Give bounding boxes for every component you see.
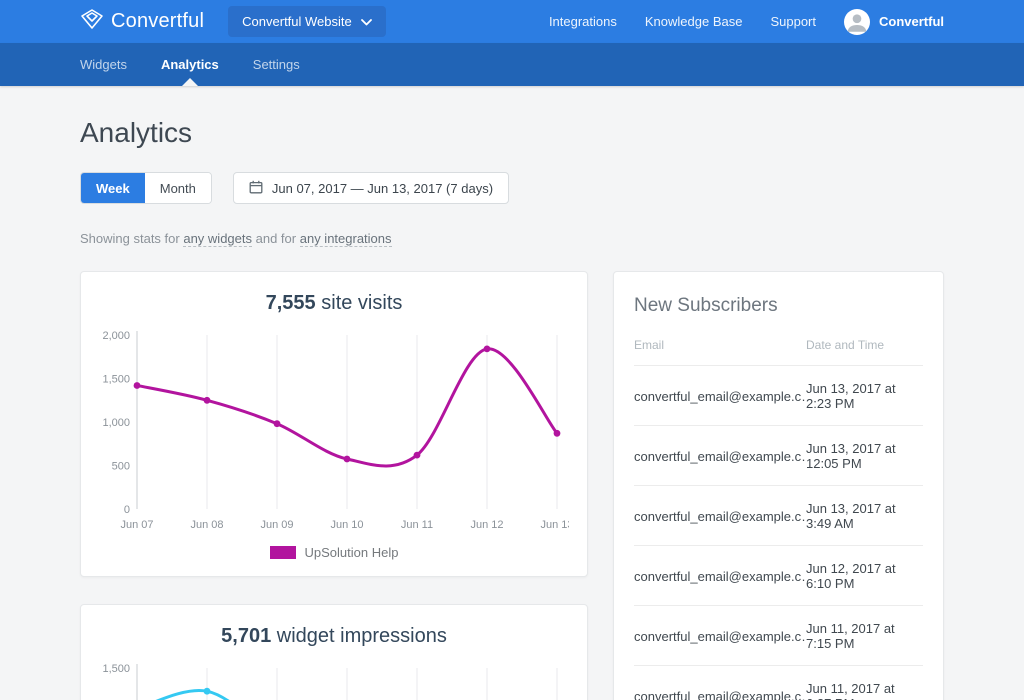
tab-analytics[interactable]: Analytics [161,43,219,86]
svg-text:Jun 11: Jun 11 [401,519,433,531]
date-range-label: Jun 07, 2017 — Jun 13, 2017 (7 days) [271,180,494,196]
subscriber-date: Jun 11, 2017 at 7:15 PM [806,621,895,651]
svg-text:0: 0 [124,504,130,516]
svg-text:Jun 13: Jun 13 [540,519,569,531]
widget-impressions-title: 5,701 widget impressions [101,625,567,648]
widget-impressions-chart: 05001,0001,500Jun 07Jun 08Jun 09Jun 10Ju… [101,658,567,700]
nav-link-integrations[interactable]: Integrations [549,14,617,29]
any-integrations-link[interactable]: any integrations [299,231,392,247]
svg-text:1,500: 1,500 [102,374,130,386]
tab-analytics-label: Analytics [160,57,219,72]
table-row: convertful_email@example.c… Jun 13, 2017 … [634,426,923,486]
site-selector-label: Convertful Website [242,14,352,29]
user-name: Convertful [879,14,944,29]
stats-prefix: Showing stats for [80,231,180,246]
chevron-down-icon [360,14,372,29]
svg-text:1,000: 1,000 [102,417,130,429]
nav-link-support[interactable]: Support [770,14,816,29]
svg-text:1,500: 1,500 [102,663,130,675]
table-row: convertful_email@example.c… Jun 11, 2017 … [634,606,923,666]
week-button[interactable]: Week [81,173,145,203]
subscriber-date: Jun 13, 2017 at 12:05 PM [806,441,896,471]
tab-settings[interactable]: Settings [253,43,300,86]
subscriber-email: convertful_email@example.c… [634,688,806,700]
svg-text:Jun 09: Jun 09 [260,519,293,531]
brand-name: Convertful [111,10,205,32]
svg-text:Jun 12: Jun 12 [470,519,503,531]
svg-text:500: 500 [112,461,130,473]
site-visits-card: 7,555 site visits 0 500 1,000 1,500 2,000 Jun… [80,271,588,577]
legend-swatch [269,546,296,559]
logo[interactable]: Convertful [80,8,204,35]
week-month-toggle: Week Month [80,172,212,204]
page-title: Analytics [80,117,193,148]
widget-impressions-label: widget impressions [276,625,447,647]
stats-middle: and for [255,231,297,246]
top-header: Convertful Convertful Website Integratio… [0,0,1024,43]
new-subscribers-title: New Subscribers [634,295,778,316]
svg-text:Jun 07: Jun 07 [120,519,153,531]
widget-impressions-count: 5,701 [221,625,272,647]
subscriber-email: convertful_email@example.c… [634,508,806,524]
site-visits-label: site visits [321,292,403,314]
any-widgets-link[interactable]: any widgets [183,231,252,247]
svg-text:Jun 08: Jun 08 [190,519,223,531]
table-row: convertful_email@example.c… Jun 13, 2017 … [634,366,923,426]
svg-text:2,000: 2,000 [102,330,130,342]
main-content: Analytics Week Month Jun 07, 2017 — Jun … [0,117,1024,700]
subscriber-email: convertful_email@example.c… [634,388,806,404]
calendar-icon [249,180,263,197]
subscriber-email: convertful_email@example.c… [634,568,806,584]
svg-text:Jun 10: Jun 10 [330,519,363,531]
stats-filter-line: Showing stats for any widgets and for an… [80,231,944,247]
avatar [844,8,870,35]
subscriber-date: Jun 13, 2017 at 2:23 PM [806,381,896,411]
site-visits-legend: UpSolution Help [101,545,567,560]
subscriber-date: Jun 11, 2017 at 6:27 PM [806,681,895,700]
legend-label: UpSolution Help [304,545,399,560]
email-column-header: Email [634,338,665,352]
site-visits-title: 7,555 site visits [101,292,567,315]
site-visits-count: 7,555 [265,292,316,314]
header-nav: Integrations Knowledge Base Support Conv… [549,8,944,35]
subscriber-date: Jun 12, 2017 at 6:10 PM [806,561,896,591]
site-visits-chart: 0 500 1,000 1,500 2,000 Jun 07 Jun 08 Jun 09 Jun… [101,325,569,541]
user-menu[interactable]: Convertful [844,8,944,35]
subscriber-email: convertful_email@example.c… [634,448,806,464]
new-subscribers-card: New Subscribers Email Date and Time conv… [613,271,944,700]
subscribers-table-body: convertful_email@example.c… Jun 13, 2017 … [634,366,923,700]
month-button[interactable]: Month [144,173,211,203]
date-range-picker[interactable]: Jun 07, 2017 — Jun 13, 2017 (7 days) [232,172,510,204]
date-column-header: Date and Time [806,338,885,352]
subscriber-date: Jun 13, 2017 at 3:49 AM [806,501,896,531]
site-selector-dropdown[interactable]: Convertful Website [228,6,386,37]
table-row: convertful_email@example.c… Jun 12, 2017 … [634,546,923,606]
section-nav: Widgets Analytics Settings [0,43,1024,86]
subscribers-table-header: Email Date and Time [634,338,923,366]
nav-link-knowledge-base[interactable]: Knowledge Base [645,14,743,29]
range-controls: Week Month Jun 07, 2017 — Jun 13, 2017 (… [80,172,944,204]
table-row: convertful_email@example.c… Jun 11, 2017 … [634,666,923,700]
widget-impressions-card: 5,701 widget impressions 05001,0001,500J… [80,604,588,700]
subscriber-email: convertful_email@example.c… [634,628,806,644]
active-tab-caret [181,78,198,86]
tab-widgets[interactable]: Widgets [80,43,127,86]
logo-gem-icon [80,8,104,35]
table-row: convertful_email@example.c… Jun 13, 2017 … [634,486,923,546]
